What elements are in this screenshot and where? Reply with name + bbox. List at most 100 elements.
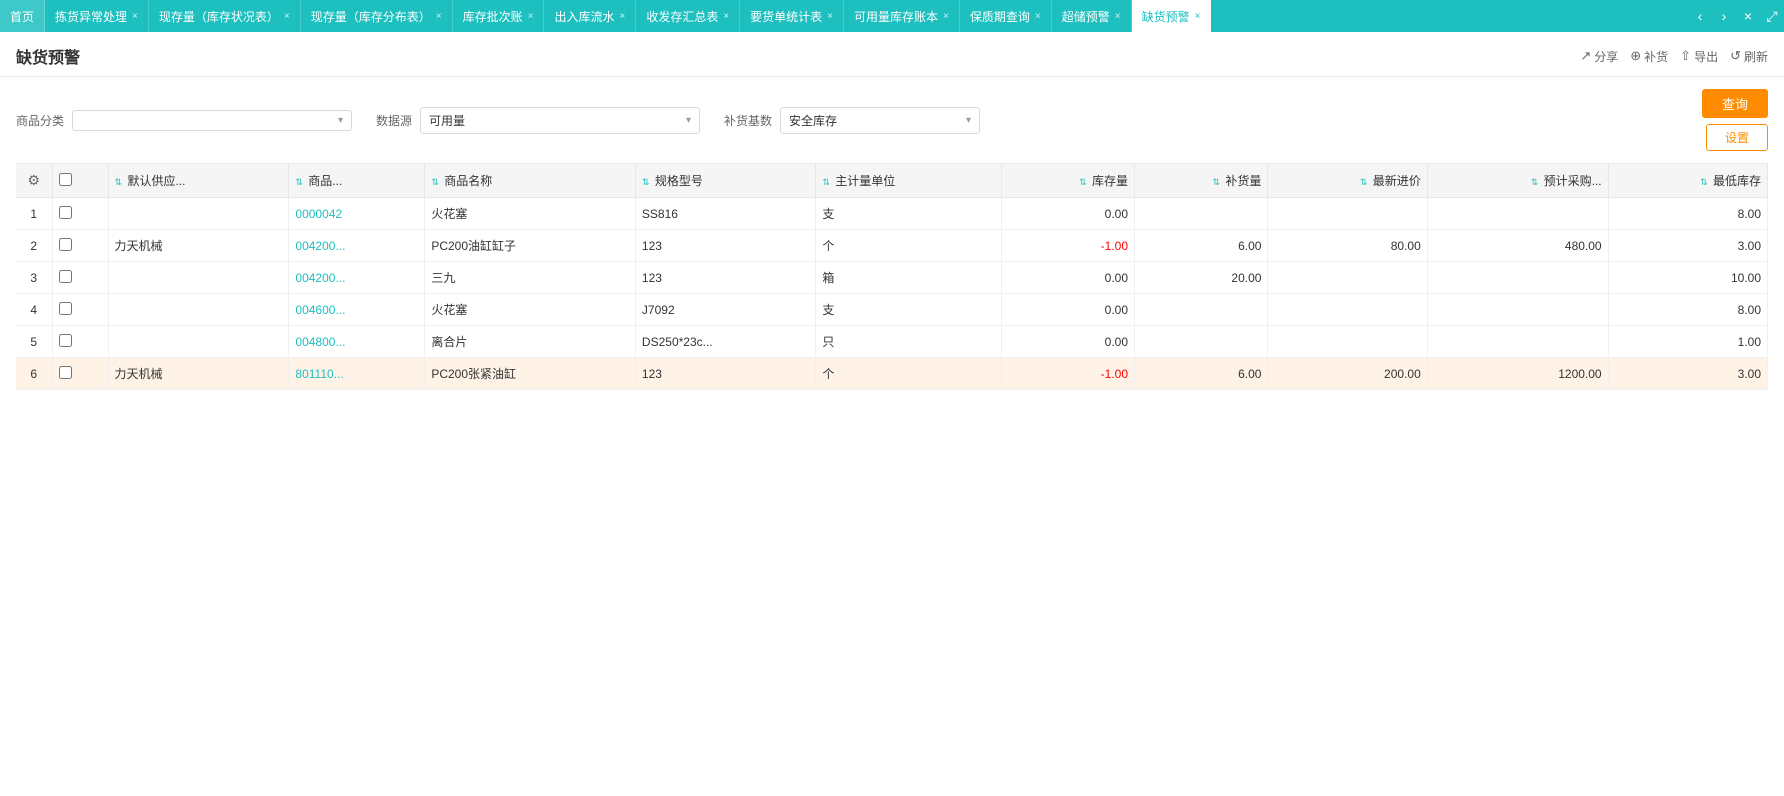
row-stock-4: 0.00 (1001, 326, 1134, 358)
row-unit-5: 个 (816, 358, 1001, 390)
settings-button[interactable]: 设置 (1706, 124, 1768, 151)
tab-prev-btn[interactable]: ‹ (1688, 8, 1712, 24)
row-unit-0: 支 (816, 198, 1001, 230)
col-stock-header[interactable]: ⇅ 库存量 (1001, 164, 1134, 198)
row-latest-price-4 (1268, 326, 1427, 358)
table-row: 6 力天机械 801110... PC200张紧油缸 123 个 -1.00 6… (16, 358, 1768, 390)
row-supplier-0 (108, 198, 289, 230)
row-latest-price-2 (1268, 262, 1427, 294)
tab-close-inout-flow[interactable]: × (619, 11, 625, 22)
tab-stock-dist[interactable]: 现存量（库存分布表） × (301, 0, 453, 32)
col-settings-header[interactable]: ⚙ (16, 164, 52, 198)
row-num-2: 3 (16, 262, 52, 294)
page-header: 缺货预警 ↗ 分享 ⊕ 补货 ⇧ 导出 ↺ 刷新 (0, 32, 1784, 77)
refresh-button[interactable]: ↺ 刷新 (1730, 48, 1768, 65)
col-name-header[interactable]: ⇅ 商品名称 (425, 164, 636, 198)
datasource-select[interactable]: 可用量 ▾ (420, 107, 700, 134)
row-checkbox-4[interactable] (52, 326, 108, 358)
filter-datasource-group: 数据源 可用量 ▾ (376, 107, 700, 134)
row-checkbox-2[interactable] (52, 262, 108, 294)
row-checkbox-input-2[interactable] (59, 270, 72, 283)
tab-close-batch[interactable]: × (528, 11, 534, 22)
col-unit-header[interactable]: ⇅ 主计量单位 (816, 164, 1001, 198)
replenish-icon: ⊕ (1630, 48, 1641, 64)
sort-latest-price-icon: ⇅ (1360, 177, 1368, 187)
tab-order-stat[interactable]: 要货单统计表 × (740, 0, 844, 32)
row-checkbox-1[interactable] (52, 230, 108, 262)
replenish-base-select[interactable]: 安全库存 ▾ (780, 107, 980, 134)
sort-unit-icon: ⇅ (822, 177, 830, 187)
tab-close-abnormal[interactable]: × (132, 11, 138, 22)
tab-close-stock-dist[interactable]: × (436, 11, 442, 22)
row-checkbox-input-4[interactable] (59, 334, 72, 347)
row-replenish-5: 6.00 (1135, 358, 1268, 390)
filter-bar: 商品分类 ▾ 数据源 可用量 ▾ 补货基数 安全库存 ▾ 查询 设置 (0, 77, 1784, 163)
row-checkbox-input-3[interactable] (59, 302, 72, 315)
tab-close-recv-summary[interactable]: × (723, 11, 729, 22)
row-checkbox-5[interactable] (52, 358, 108, 390)
query-button[interactable]: 查询 (1702, 89, 1768, 118)
tab-close-available-ledger[interactable]: × (943, 11, 949, 22)
export-button[interactable]: ⇧ 导出 (1680, 48, 1718, 65)
col-code-header[interactable]: ⇅ 商品... (289, 164, 425, 198)
row-code-2[interactable]: 004200... (289, 262, 425, 294)
row-supplier-1: 力天机械 (108, 230, 289, 262)
row-code-3[interactable]: 004600... (289, 294, 425, 326)
row-checkbox-input-5[interactable] (59, 366, 72, 379)
tab-close-all-btn[interactable]: × (1736, 8, 1760, 24)
col-spec-header[interactable]: ⇅ 规格型号 (635, 164, 815, 198)
col-estimated-header[interactable]: ⇅ 预计采购... (1427, 164, 1608, 198)
tab-close-expiry[interactable]: × (1035, 11, 1041, 22)
col-latest-price-header[interactable]: ⇅ 最新进价 (1268, 164, 1427, 198)
replenish-button[interactable]: ⊕ 补货 (1630, 48, 1668, 65)
tab-available-ledger[interactable]: 可用量库存账本 × (844, 0, 960, 32)
tab-overstock[interactable]: 超储预警 × (1052, 0, 1132, 32)
col-min-stock-header[interactable]: ⇅ 最低库存 (1608, 164, 1767, 198)
tab-abnormal[interactable]: 拣货异常处理 × (45, 0, 149, 32)
tab-expiry[interactable]: 保质期查询 × (960, 0, 1052, 32)
row-code-5[interactable]: 801110... (289, 358, 425, 390)
datasource-arrow-icon: ▾ (686, 115, 691, 126)
row-code-1[interactable]: 004200... (289, 230, 425, 262)
row-min-stock-5: 3.00 (1608, 358, 1767, 390)
tab-close-stock-status[interactable]: × (284, 11, 290, 22)
row-checkbox-input-1[interactable] (59, 238, 72, 251)
tab-home[interactable]: 首页 (0, 0, 45, 32)
row-code-4[interactable]: 004800... (289, 326, 425, 358)
table-row: 5 004800... 离合片 DS250*23c... 只 0.00 1.00 (16, 326, 1768, 358)
tab-shortage[interactable]: 缺货预警 × (1132, 0, 1212, 32)
sort-code-icon: ⇅ (295, 177, 303, 187)
row-num-4: 5 (16, 326, 52, 358)
filter-replenish-base-group: 补货基数 安全库存 ▾ (724, 107, 980, 134)
row-checkbox-0[interactable] (52, 198, 108, 230)
table-row: 4 004600... 火花塞 J7092 支 0.00 8.00 (16, 294, 1768, 326)
row-unit-4: 只 (816, 326, 1001, 358)
sort-supplier-icon: ⇅ (115, 177, 123, 187)
row-min-stock-1: 3.00 (1608, 230, 1767, 262)
tab-stock-status[interactable]: 现存量（库存状况表） × (149, 0, 301, 32)
select-all-checkbox[interactable] (59, 173, 72, 186)
tab-close-order-stat[interactable]: × (827, 11, 833, 22)
row-checkbox-3[interactable] (52, 294, 108, 326)
tab-batch[interactable]: 库存批次账 × (453, 0, 545, 32)
sort-min-stock-icon: ⇅ (1700, 177, 1708, 187)
row-unit-3: 支 (816, 294, 1001, 326)
tab-next-btn[interactable]: › (1712, 8, 1736, 24)
settings-gear-icon[interactable]: ⚙ (27, 172, 40, 188)
row-code-0[interactable]: 0000042 (289, 198, 425, 230)
datasource-label: 数据源 (376, 112, 412, 129)
row-latest-price-3 (1268, 294, 1427, 326)
col-replenish-header[interactable]: ⇅ 补货量 (1135, 164, 1268, 198)
tab-inout-flow[interactable]: 出入库流水 × (544, 0, 636, 32)
tab-nav-controls: ‹ › × ⤢ (1688, 8, 1784, 25)
tab-recv-summary[interactable]: 收发存汇总表 × (636, 0, 740, 32)
col-supplier-header[interactable]: ⇅ 默认供应... (108, 164, 289, 198)
tab-expand-btn[interactable]: ⤢ (1760, 8, 1784, 25)
col-checkbox-header[interactable] (52, 164, 108, 198)
tab-close-overstock[interactable]: × (1115, 11, 1121, 22)
category-select[interactable]: ▾ (72, 110, 352, 131)
tab-close-shortage[interactable]: × (1195, 11, 1201, 22)
row-checkbox-input-0[interactable] (59, 206, 72, 219)
row-name-1: PC200油缸缸子 (425, 230, 636, 262)
share-button[interactable]: ↗ 分享 (1580, 48, 1618, 65)
